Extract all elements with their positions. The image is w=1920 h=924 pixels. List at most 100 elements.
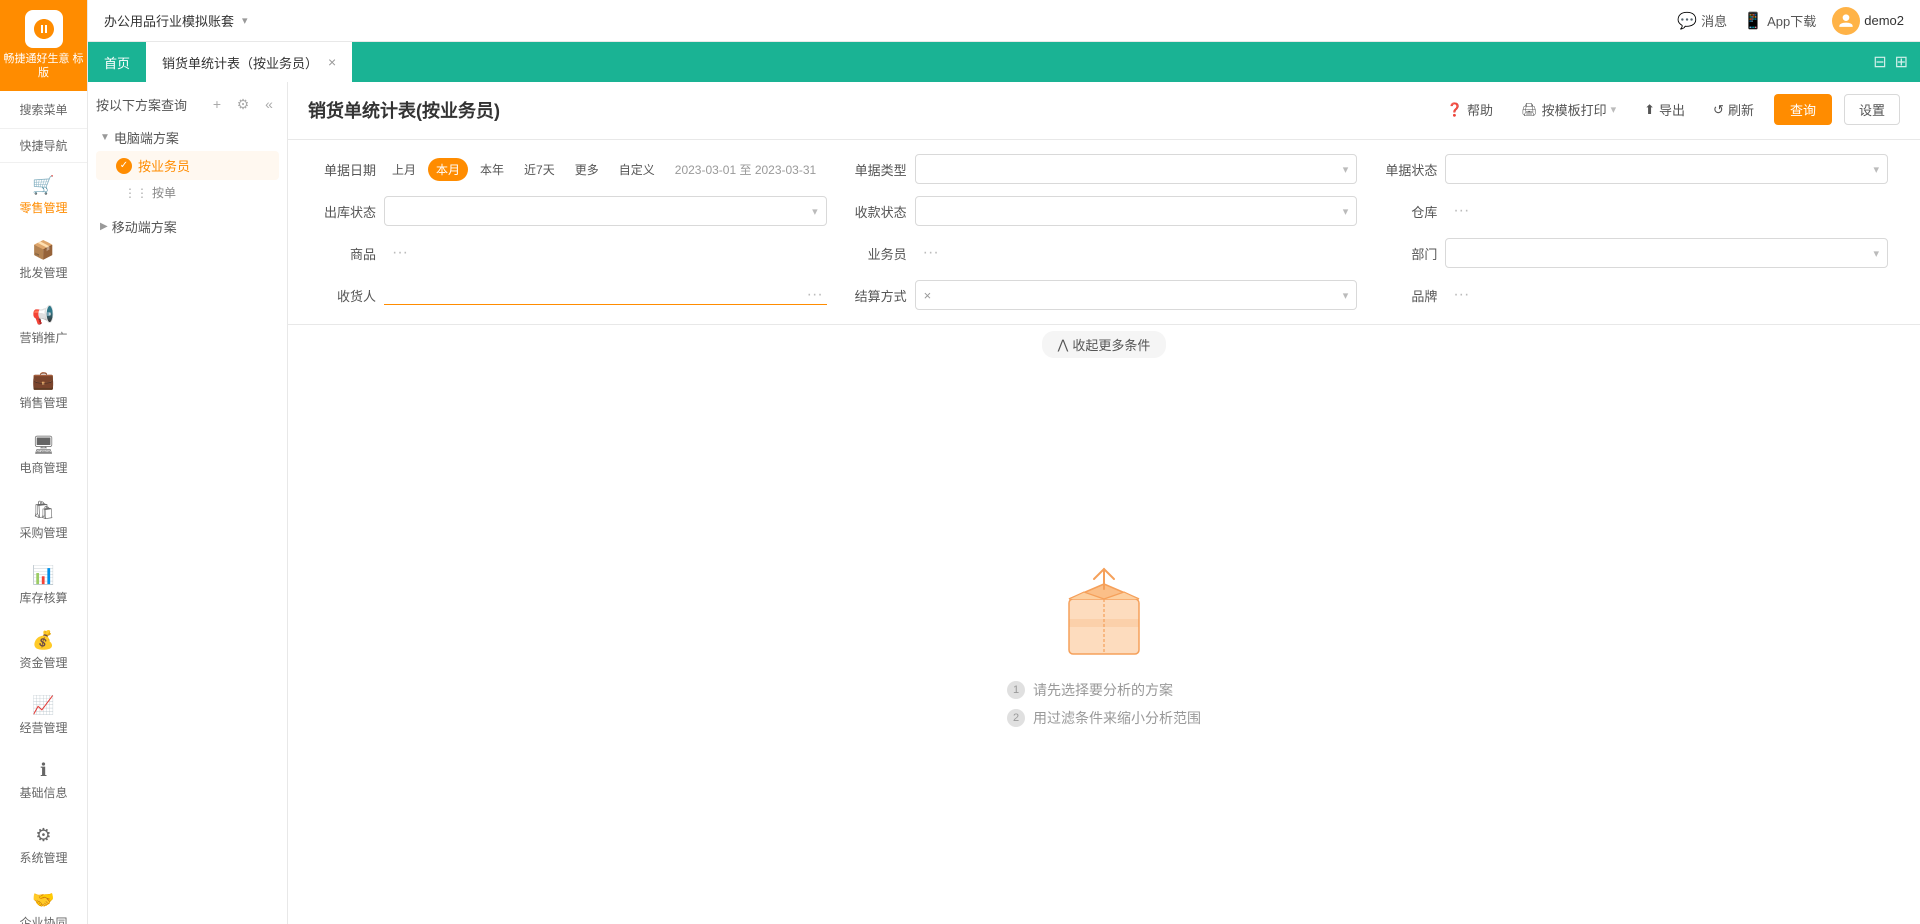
sidebar-item-basic[interactable]: ℹ 基础信息: [0, 748, 87, 813]
empty-tips: 1 请先选择要分析的方案 2 用过滤条件来缩小分析范围: [1007, 680, 1201, 728]
sidebar-item-ecom[interactable]: 🖥 电商管理: [0, 423, 87, 488]
header-dropdown-icon[interactable]: ▾: [242, 14, 248, 27]
quick-nav-label: 快捷导航: [6, 137, 81, 154]
filter-doc-type-control[interactable]: ▾: [915, 154, 1358, 184]
query-button[interactable]: 查询: [1774, 94, 1832, 125]
tab-bar: 首页 销货单统计表（按业务员） × ⊟ ⊞: [88, 42, 1920, 82]
scheme-settings-button[interactable]: ⚙: [233, 94, 253, 114]
filter-dept-control[interactable]: ▾: [1445, 238, 1888, 268]
scheme-mobile-arrow: ▶: [100, 221, 108, 232]
filter-doc-status-control[interactable]: ▾: [1445, 154, 1888, 184]
username-label: demo2: [1864, 13, 1904, 28]
tab-close-icon[interactable]: ×: [328, 54, 336, 70]
filter-payment-control[interactable]: × ▾: [915, 280, 1358, 310]
scheme-group-mobile-header[interactable]: ▶ 移动端方案: [96, 213, 279, 240]
sidebar-item-wholesale[interactable]: 📦 批发管理: [0, 228, 87, 293]
date-this-month-btn[interactable]: 本月: [428, 158, 468, 181]
scheme-sub-order[interactable]: ⋮⋮ 按单: [96, 180, 279, 205]
sidebar-logo[interactable]: 畅捷通好生意 标版: [0, 0, 87, 91]
date-more-btn[interactable]: 更多: [567, 158, 607, 181]
refresh-icon: ↺: [1713, 102, 1724, 118]
empty-state: 1 请先选择要分析的方案 2 用过滤条件来缩小分析范围: [288, 368, 1920, 924]
sidebar-item-collab[interactable]: 🤝 企业协同: [0, 878, 87, 924]
filter-payment-x[interactable]: ×: [924, 288, 932, 303]
main-area: 办公用品行业模拟账套 ▾ 💬 消息 📱 App下载 demo2 首页: [88, 0, 1920, 924]
filter-warehouse-dots[interactable]: ···: [1453, 202, 1469, 220]
date-this-year-btn[interactable]: 本年: [472, 158, 512, 181]
filter-salesman-dots[interactable]: ···: [923, 244, 939, 262]
export-button[interactable]: ⬆ 导出: [1636, 96, 1693, 123]
sidebar-item-system-label: 系统管理: [19, 849, 67, 866]
filter-brand-label: 品牌: [1381, 286, 1437, 305]
filter-consignee-control[interactable]: ···: [384, 286, 827, 305]
filter-out-status-item: 出库状态 ▾: [308, 196, 839, 226]
collab-icon: 🤝: [32, 890, 54, 911]
minimize-icon[interactable]: ⊟: [1873, 52, 1886, 72]
collapse-bar: ⋀ 收起更多条件: [288, 325, 1920, 368]
search-menu-item[interactable]: 搜索菜单: [0, 91, 87, 129]
date-7days-btn[interactable]: 近7天: [516, 158, 563, 181]
inventory-icon: 📊: [32, 565, 54, 586]
filter-out-status-down: ▾: [812, 205, 818, 218]
sidebar-item-retail[interactable]: 🛒 零售管理: [0, 163, 87, 228]
add-scheme-button[interactable]: +: [207, 94, 227, 114]
filter-warehouse-control[interactable]: ···: [1445, 196, 1888, 226]
sidebar-item-purchase[interactable]: 🛍 采购管理: [0, 488, 87, 553]
app-download-action[interactable]: 📱 App下载: [1743, 11, 1816, 31]
scheme-collapse-button[interactable]: «: [259, 94, 279, 114]
settings-button[interactable]: 设置: [1844, 94, 1900, 125]
filter-receipt-status-control[interactable]: ▾: [915, 196, 1358, 226]
sidebar-item-marketing[interactable]: 📢 营销推广: [0, 293, 87, 358]
tab-active[interactable]: 销货单统计表（按业务员） ×: [146, 42, 352, 82]
collapse-button[interactable]: ⋀ 收起更多条件: [1042, 331, 1167, 358]
filter-consignee-dots[interactable]: ···: [807, 286, 823, 304]
system-icon: ⚙: [35, 825, 51, 846]
sidebar-item-basic-label: 基础信息: [19, 784, 67, 801]
help-button[interactable]: ❓ 帮助: [1439, 96, 1501, 123]
scheme-item-salesman-label: 按业务员: [138, 156, 190, 175]
sidebar-item-system[interactable]: ⚙ 系统管理: [0, 813, 87, 878]
filter-brand-dots[interactable]: ···: [1453, 286, 1469, 304]
filter-consignee-label: 收货人: [320, 286, 376, 305]
collapse-label: 收起更多条件: [1072, 335, 1150, 354]
filter-out-status-control[interactable]: ▾: [384, 196, 827, 226]
filter-brand-control[interactable]: ···: [1445, 280, 1888, 310]
scheme-group-mobile-label: 移动端方案: [112, 217, 177, 236]
filter-warehouse-label: 仓库: [1381, 202, 1437, 221]
finance-icon: 💰: [32, 630, 54, 651]
print-dropdown-icon[interactable]: ▾: [1611, 103, 1617, 116]
operation-icon: 📈: [32, 695, 54, 716]
empty-content: 1 请先选择要分析的方案 2 用过滤条件来缩小分析范围: [1007, 564, 1201, 728]
sidebar-item-operation[interactable]: 📈 经营管理: [0, 683, 87, 748]
filter-warehouse-item: 仓库 ···: [1369, 196, 1900, 226]
print-button[interactable]: 🖨 按模板打印 ▾: [1513, 96, 1624, 123]
scheme-sub-icon: ⋮⋮: [124, 186, 148, 200]
user-action[interactable]: demo2: [1832, 7, 1904, 35]
date-last-month-btn[interactable]: 上月: [384, 158, 424, 181]
sidebar-item-collab-label: 企业协同: [19, 914, 67, 924]
filter-goods-dots[interactable]: ···: [392, 244, 408, 262]
page-content: 按以下方案查询 + ⚙ « ▼ 电脑端方案 ✓ 按业务员 ⋮⋮: [88, 82, 1920, 924]
header-title: 办公用品行业模拟账套: [104, 11, 234, 30]
sidebar-item-sales[interactable]: 💼 销售管理: [0, 358, 87, 423]
sidebar-item-inventory[interactable]: 📊 库存核算: [0, 553, 87, 618]
left-panel-title: 按以下方案查询: [96, 95, 187, 114]
tab-home[interactable]: 首页: [88, 42, 146, 82]
consignee-input[interactable]: [388, 287, 807, 302]
scheme-expand-arrow: ▼: [100, 132, 110, 143]
filter-salesman-control[interactable]: ···: [915, 238, 1358, 268]
filter-goods-control[interactable]: ···: [384, 238, 827, 268]
sidebar-item-retail-label: 零售管理: [19, 199, 67, 216]
message-action[interactable]: 💬 消息: [1677, 11, 1727, 31]
refresh-button[interactable]: ↺ 刷新: [1705, 96, 1762, 123]
scheme-item-salesman[interactable]: ✓ 按业务员: [96, 151, 279, 180]
maximize-icon[interactable]: ⊞: [1895, 52, 1908, 72]
sidebar-item-purchase-label: 采购管理: [19, 524, 67, 541]
date-custom-btn[interactable]: 自定义: [611, 158, 663, 181]
sidebar-item-finance[interactable]: 💰 资金管理: [0, 618, 87, 683]
quick-nav-item[interactable]: 快捷导航: [0, 129, 87, 163]
scheme-group-mobile: ▶ 移动端方案: [96, 213, 279, 240]
scheme-group-pc-header[interactable]: ▼ 电脑端方案: [96, 124, 279, 151]
empty-tip-2: 2 用过滤条件来缩小分析范围: [1007, 708, 1201, 728]
tip-text-1: 请先选择要分析的方案: [1033, 680, 1173, 700]
